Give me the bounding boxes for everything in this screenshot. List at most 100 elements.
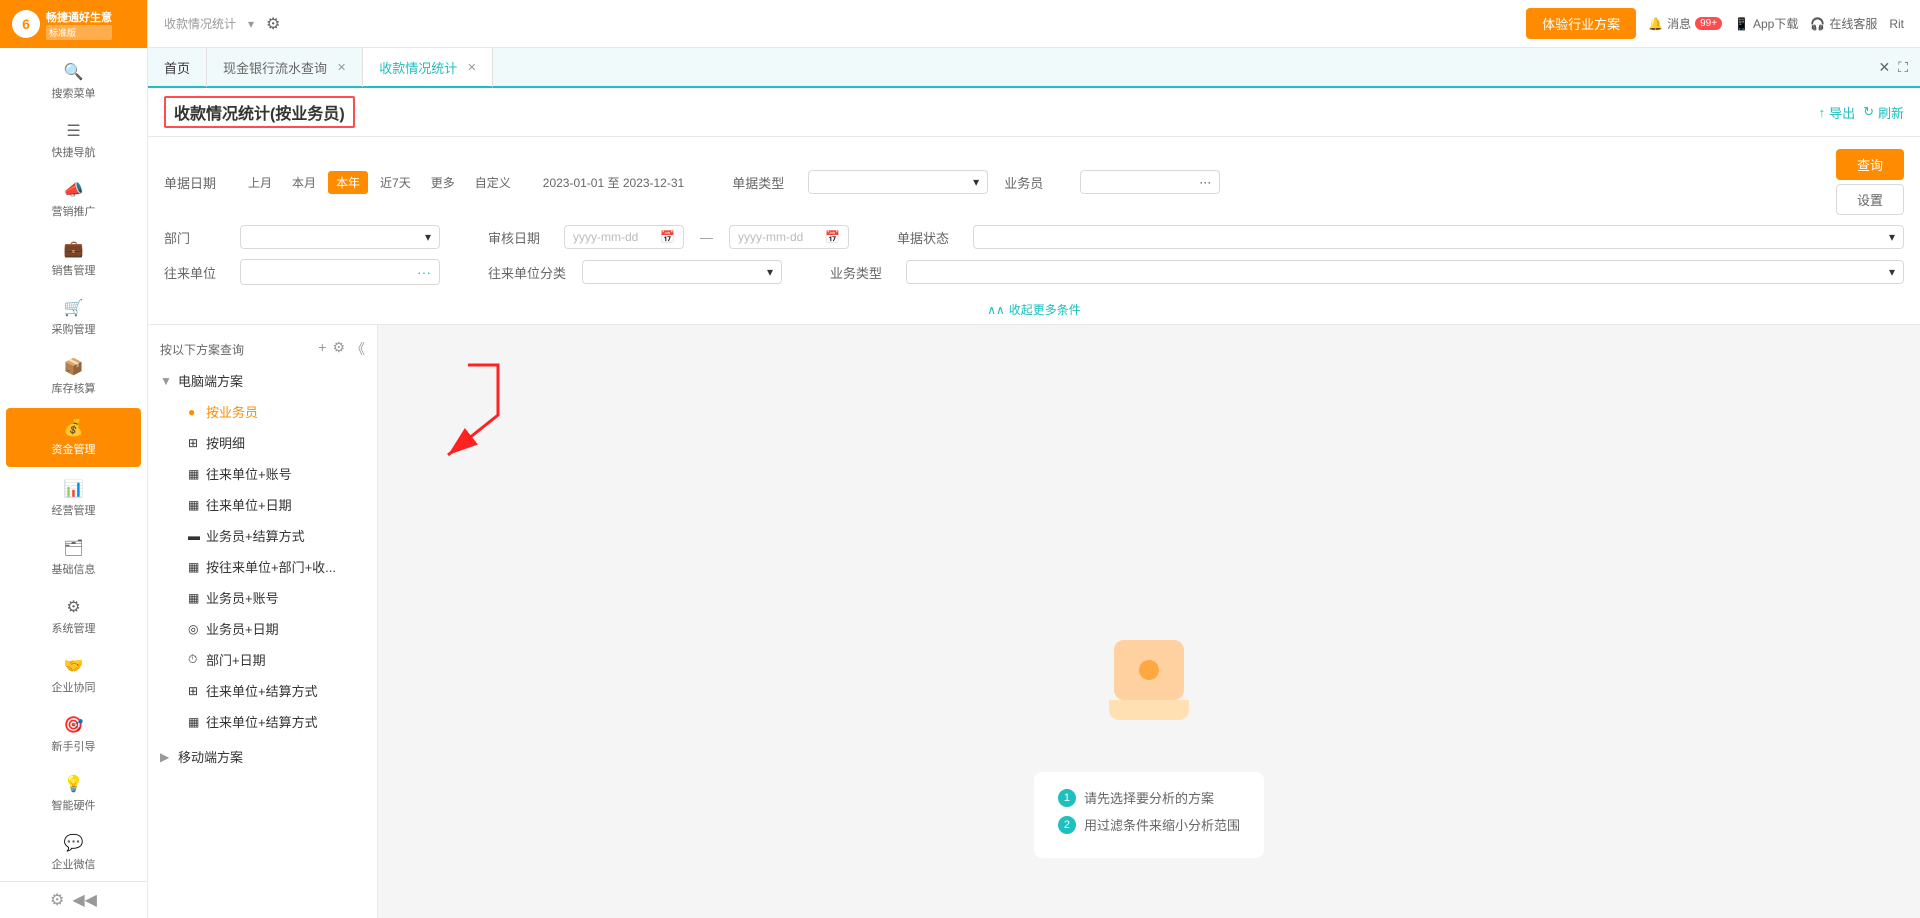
query-button[interactable]: 查询	[1836, 149, 1904, 180]
inventory-icon: 📦	[64, 357, 84, 377]
date-tabs: 上月 本月 本年 近7天 更多 自定义	[240, 171, 519, 194]
right-panel: 1 请先选择要分析的方案 2 用过滤条件来缩小分析范围	[378, 325, 1920, 918]
date-tab-more[interactable]: 更多	[423, 171, 463, 194]
voucher-status-select[interactable]: ▾	[973, 225, 1904, 249]
user-avatar[interactable]: Rit	[1889, 17, 1904, 31]
system-icon: ⚙	[66, 597, 80, 617]
tree-item-dept-date[interactable]: ⏱ 部门+日期	[176, 644, 377, 675]
tree-item-detail[interactable]: ⊞ 按明细	[176, 427, 377, 458]
trial-button[interactable]: 体验行业方案	[1526, 8, 1636, 39]
hint-num-2: 2	[1058, 816, 1076, 834]
top-header: 收款情况统计 ▾ ⚙ 体验行业方案 🔔 消息 99+ 📱 App下载 🎧 在线客…	[148, 0, 1920, 48]
message-action[interactable]: 🔔 消息 99+	[1648, 15, 1722, 32]
date-tab-this-year[interactable]: 本年	[328, 171, 368, 194]
date-tab-last-month[interactable]: 上月	[240, 171, 280, 194]
collapse-filter-button[interactable]: ∧∧ 收起更多条件	[164, 295, 1904, 324]
panel-actions: + ⚙ 《	[318, 339, 365, 359]
partner-more-icon: ···	[417, 264, 431, 280]
partner-select[interactable]: ···	[240, 259, 440, 285]
voucher-type-select[interactable]: ▾	[808, 170, 988, 194]
sidebar-item-operations[interactable]: 📊 经营管理	[0, 469, 147, 528]
refresh-button[interactable]: ↻ 刷新	[1863, 103, 1904, 122]
tab-home[interactable]: 首页	[148, 47, 207, 87]
sidebar-item-purchase[interactable]: 🛒 采购管理	[0, 288, 147, 347]
panel-collapse-icon[interactable]: 《	[351, 339, 365, 359]
page-header: 收款情况统计(按业务员) ↑ 导出 ↻ 刷新	[148, 88, 1920, 137]
panel-settings-icon[interactable]: ⚙	[332, 339, 345, 359]
app-download-action[interactable]: 📱 App下载	[1734, 15, 1798, 32]
page-content: 收款情况统计(按业务员) ↑ 导出 ↻ 刷新 单据日期 上月 本月 本年	[148, 88, 1920, 918]
tree-section-desktop-toggle[interactable]: ▼ 电脑端方案	[148, 365, 377, 396]
collapse-sidebar-btn[interactable]: ◀◀	[72, 890, 97, 910]
partner-date-icon: ▦	[188, 498, 202, 512]
sidebar-item-basicinfo[interactable]: 🗂 基础信息	[0, 528, 147, 587]
sidebar-nav: 🔍 搜索菜单 ☰ 快捷导航 📣 营销推广 💼 销售管理 🛒 采购管理 📦 库存核…	[0, 48, 147, 881]
salesman-select[interactable]: ···	[1080, 170, 1220, 194]
sidebar-item-system[interactable]: ⚙ 系统管理	[0, 587, 147, 646]
user-name: Rit	[1889, 17, 1904, 31]
partner-category-label: 往来单位分类	[488, 263, 566, 282]
sidebar-item-marketing[interactable]: 📣 营销推广	[0, 170, 147, 229]
quick-nav-icon: ☰	[66, 121, 80, 141]
salesman-account-icon: ▦	[188, 591, 202, 605]
partner-settlement-1-icon: ⊞	[188, 684, 202, 698]
hint-text-1: 请先选择要分析的方案	[1084, 788, 1214, 807]
sales-icon: 💼	[64, 239, 84, 259]
date-tab-7days[interactable]: 近7天	[372, 171, 419, 194]
tree-item-salesman-date[interactable]: ◎ 业务员+日期	[176, 613, 377, 644]
arrow-annotation	[418, 355, 618, 508]
sidebar-item-inventory[interactable]: 📦 库存核算	[0, 347, 147, 406]
robot-base	[1109, 700, 1189, 720]
tab-bank[interactable]: 现金银行流水查询 ✕	[207, 47, 363, 87]
sidebar-item-sales[interactable]: 💼 销售管理	[0, 229, 147, 288]
tree-item-salesman[interactable]: ● 按业务员	[176, 396, 377, 427]
marketing-icon: 📣	[64, 180, 84, 200]
sidebar-item-finance[interactable]: 💰 资金管理	[6, 408, 141, 467]
export-button[interactable]: ↑ 导出	[1819, 103, 1856, 122]
filter-area: 单据日期 上月 本月 本年 近7天 更多 自定义 2023-01-01 至 20…	[148, 137, 1920, 325]
sidebar-item-quicknav[interactable]: ☰ 快捷导航	[0, 111, 147, 170]
biz-type-select[interactable]: ▾	[906, 260, 1904, 284]
date-tab-this-month[interactable]: 本月	[284, 171, 324, 194]
basicinfo-icon: 🗂	[63, 538, 83, 558]
calendar-to-icon: 📅	[825, 230, 840, 244]
tree-item-partner-account[interactable]: ▦ 往来单位+账号	[176, 458, 377, 489]
receipt-tab-close-icon[interactable]: ✕	[467, 61, 476, 74]
filter-row-1: 单据日期 上月 本月 本年 近7天 更多 自定义 2023-01-01 至 20…	[164, 149, 1904, 215]
guide-icon: 🎯	[64, 715, 84, 735]
panel-add-btn[interactable]: +	[318, 339, 326, 359]
sidebar-item-wechat[interactable]: 💬 企业微信	[0, 823, 147, 881]
bank-tab-close-icon[interactable]: ✕	[337, 61, 346, 74]
sidebar-item-search[interactable]: 🔍 搜索菜单	[0, 52, 147, 111]
breadcrumb-chevron-icon[interactable]: ▾	[248, 17, 254, 31]
header-gear-icon[interactable]: ⚙	[266, 14, 280, 34]
sidebar-item-smarthw[interactable]: 💡 智能硬件	[0, 764, 147, 823]
robot-body	[1114, 640, 1184, 700]
online-service-action[interactable]: 🎧 在线客服	[1810, 15, 1877, 32]
partner-category-select[interactable]: ▾	[582, 260, 782, 284]
window-close-icon[interactable]: ✕	[1878, 59, 1890, 76]
date-separator: —	[700, 230, 713, 245]
audit-date-to-input[interactable]: yyyy-mm-dd 📅	[729, 225, 849, 249]
tree-item-partner-settlement-2[interactable]: ▦ 往来单位+结算方式	[176, 706, 377, 737]
date-tab-custom[interactable]: 自定义	[467, 171, 519, 194]
sidebar-item-enterprise[interactable]: 🤝 企业协同	[0, 646, 147, 705]
tree-item-partner-dept[interactable]: ▦ 按往来单位+部门+收...	[176, 551, 377, 582]
filter-settings-button[interactable]: 设置	[1836, 184, 1904, 215]
search-icon: 🔍	[64, 62, 84, 82]
tree-item-partner-settlement-1[interactable]: ⊞ 往来单位+结算方式	[176, 675, 377, 706]
salesman-settlement-icon: ▬	[188, 529, 202, 543]
tree-item-salesman-account[interactable]: ▦ 业务员+账号	[176, 582, 377, 613]
tree-item-partner-date[interactable]: ▦ 往来单位+日期	[176, 489, 377, 520]
window-maximize-icon[interactable]: ⛶	[1898, 59, 1908, 76]
sidebar-item-guide[interactable]: 🎯 新手引导	[0, 705, 147, 764]
date-filter-label: 单据日期	[164, 173, 224, 192]
dept-select[interactable]: ▾	[240, 225, 440, 249]
tree-section-mobile-toggle[interactable]: ▶ 移动端方案	[148, 741, 377, 772]
tab-receipt[interactable]: 收款情况统计 ✕	[363, 48, 493, 88]
tree-item-salesman-settlement[interactable]: ▬ 业务员+结算方式	[176, 520, 377, 551]
settings-footer-btn[interactable]: ⚙	[50, 890, 64, 910]
voucher-status-chevron-icon: ▾	[1889, 230, 1895, 244]
page-header-actions: ↑ 导出 ↻ 刷新	[1819, 103, 1904, 122]
audit-date-from-input[interactable]: yyyy-mm-dd 📅	[564, 225, 684, 249]
